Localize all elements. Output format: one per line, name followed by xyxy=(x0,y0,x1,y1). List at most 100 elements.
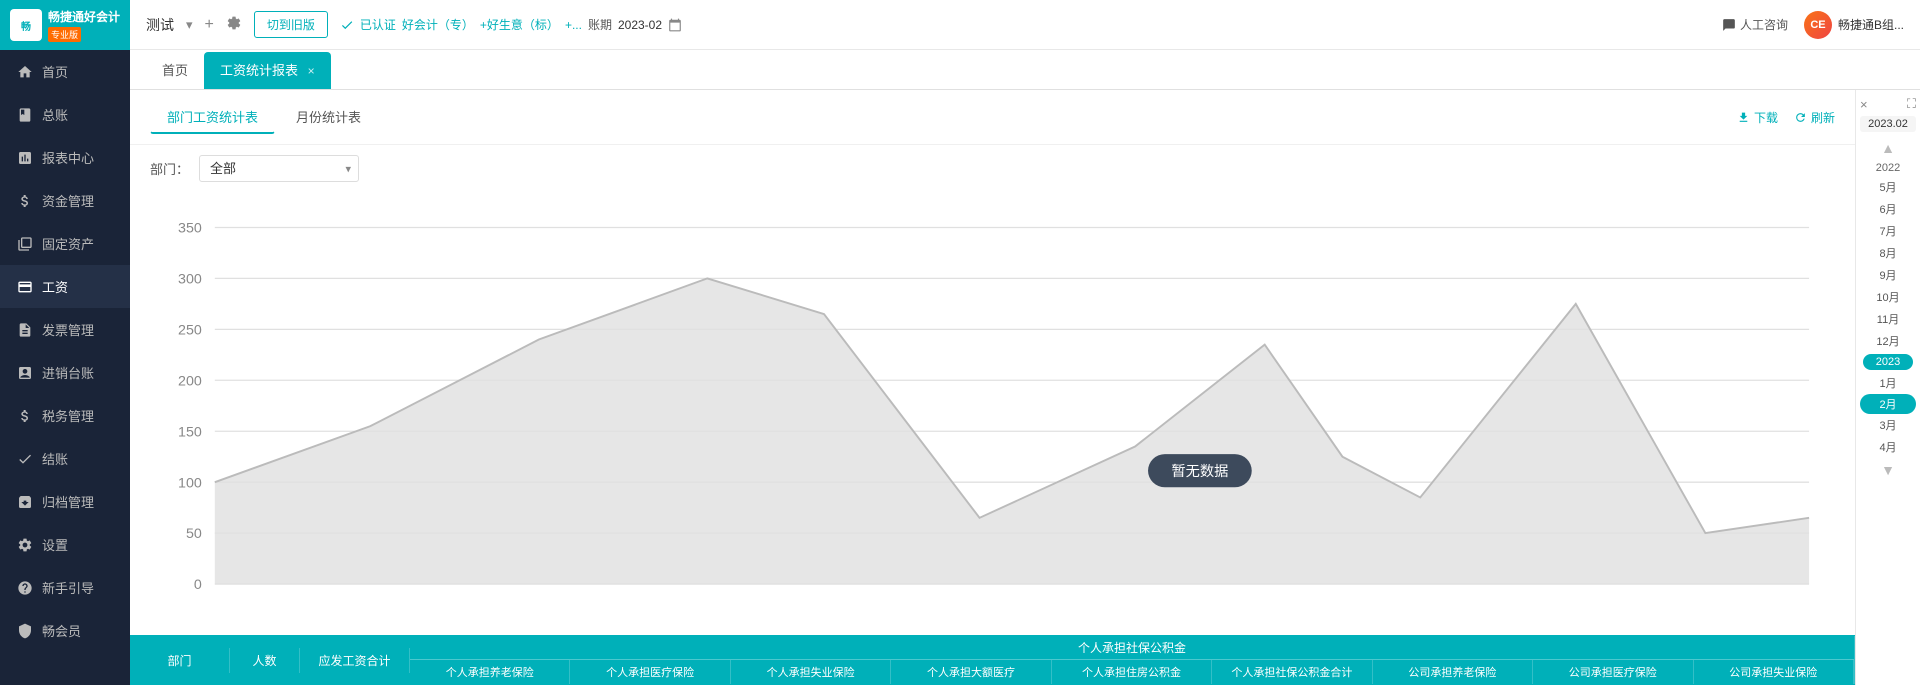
topbar-dropdown-arrow[interactable]: ▾ xyxy=(186,17,193,33)
service-button[interactable]: 人工咨询 xyxy=(1722,16,1788,33)
panel-close-icon[interactable]: × xyxy=(1860,97,1868,112)
th-personal-cols: 个人承担养老保险 个人承担医疗保险 个人承担失业保险 个人承担大额医疗 个人承担… xyxy=(410,660,1854,684)
money-icon xyxy=(16,192,34,210)
panel-topbar: × ⛶ xyxy=(1860,96,1916,112)
svg-text:50: 50 xyxy=(186,525,202,541)
assets-icon xyxy=(16,235,34,253)
tab-salary[interactable]: 工资统计报表 × xyxy=(204,52,331,89)
topbar: 测试 ▾ + 切到旧版 已认证 好会计（专） +好生意（标） +... 账期 2… xyxy=(130,0,1920,50)
svg-text:200: 200 xyxy=(178,373,202,389)
subtab-bar: 部门工资统计表 月份统计表 下载 刷新 xyxy=(130,90,1855,145)
month-11[interactable]: 11月 xyxy=(1860,308,1916,330)
salary-chart: 350 300 250 200 150 100 50 0 暂无数据 xyxy=(150,202,1835,635)
topbar-add-button[interactable]: + xyxy=(205,16,214,34)
sidebar-item-archive[interactable]: 归档管理 xyxy=(0,480,130,523)
year-2023-badge[interactable]: 2023 xyxy=(1863,354,1913,370)
month-mar-2023[interactable]: 3月 xyxy=(1860,414,1916,436)
avatar: CE xyxy=(1804,11,1832,39)
logo-icon: 畅 xyxy=(10,9,42,41)
th-col-3: 个人承担失业保险 xyxy=(731,660,891,684)
subtab-month[interactable]: 月份统计表 xyxy=(279,100,378,134)
tab-home[interactable]: 首页 xyxy=(146,52,204,89)
content-main: 部门工资统计表 月份统计表 下载 刷新 部门： xyxy=(130,90,1855,685)
th-col-6: 个人承担社保公积金合计 xyxy=(1212,660,1372,684)
year-2022-label: 2022 xyxy=(1876,160,1900,176)
sidebar-item-guide[interactable]: 新手引导 xyxy=(0,566,130,609)
sidebar-item-tax[interactable]: 税务管理 xyxy=(0,394,130,437)
sidebar: 畅 畅捷通好会计 专业版 首页 总账 报表中心 资金管理 固定资产 xyxy=(0,0,130,685)
main-area: 测试 ▾ + 切到旧版 已认证 好会计（专） +好生意（标） +... 账期 2… xyxy=(130,0,1920,685)
th-col-1: 个人承担养老保险 xyxy=(410,660,570,684)
chart-area: 350 300 250 200 150 100 50 0 暂无数据 xyxy=(130,192,1855,635)
svg-text:250: 250 xyxy=(178,322,202,338)
topbar-status: 已认证 好会计（专） +好生意（标） +... 账期 2023-02 xyxy=(340,16,682,33)
month-apr-2023[interactable]: 4月 xyxy=(1860,436,1916,458)
sidebar-item-settle[interactable]: 结账 xyxy=(0,437,130,480)
sidebar-item-member[interactable]: 畅会员 xyxy=(0,609,130,652)
subtab-dept[interactable]: 部门工资统计表 xyxy=(150,100,275,134)
th-personal-group: 个人承担社保公积金 个人承担养老保险 个人承担医疗保险 个人承担失业保险 个人承… xyxy=(410,636,1855,684)
topbar-right: 人工咨询 CE 畅捷通B组... xyxy=(1722,11,1904,39)
month-12[interactable]: 12月 xyxy=(1860,330,1916,352)
subtab-left: 部门工资统计表 月份统计表 xyxy=(150,100,378,134)
sidebar-item-home[interactable]: 首页 xyxy=(0,50,130,93)
panel-scroll-down[interactable]: ▼ xyxy=(1877,458,1899,482)
app-logo: 畅 畅捷通好会计 专业版 xyxy=(0,0,130,50)
month-5[interactable]: 5月 xyxy=(1860,176,1916,198)
tax-icon xyxy=(16,407,34,425)
invoice-icon xyxy=(16,321,34,339)
content-area: 部门工资统计表 月份统计表 下载 刷新 部门： xyxy=(130,90,1920,685)
current-year-display: 2023.02 xyxy=(1860,116,1916,132)
sidebar-item-salary[interactable]: 工资 xyxy=(0,265,130,308)
dept-filter-select[interactable]: 全部 销售部 财务部 技术部 xyxy=(199,155,359,182)
guide-icon xyxy=(16,579,34,597)
th-headcount: 人数 xyxy=(230,648,300,673)
member-icon xyxy=(16,622,34,640)
home-icon xyxy=(16,63,34,81)
th-col-9: 公司承担失业保险 xyxy=(1694,660,1854,684)
archive-icon xyxy=(16,493,34,511)
trade-icon xyxy=(16,364,34,382)
tab-close-icon[interactable]: × xyxy=(308,64,315,78)
svg-text:100: 100 xyxy=(178,474,202,490)
sidebar-item-settings[interactable]: 设置 xyxy=(0,523,130,566)
book-icon xyxy=(16,106,34,124)
th-dept: 部门 xyxy=(130,648,230,673)
user-menu[interactable]: CE 畅捷通B组... xyxy=(1804,11,1904,39)
refresh-button[interactable]: 刷新 xyxy=(1794,109,1835,126)
th-col-5: 个人承担住房公积金 xyxy=(1052,660,1212,684)
panel-scroll-up[interactable]: ▲ xyxy=(1877,136,1899,160)
subtab-right: 下载 刷新 xyxy=(1737,109,1835,126)
month-feb-2023[interactable]: 2月 xyxy=(1860,394,1916,414)
download-button[interactable]: 下载 xyxy=(1737,109,1778,126)
sidebar-item-invoice[interactable]: 发票管理 xyxy=(0,308,130,351)
topbar-title: 测试 xyxy=(146,15,174,35)
logo-text: 畅捷通好会计 专业版 xyxy=(48,8,120,42)
filter-label: 部门： xyxy=(150,159,189,178)
switch-old-button[interactable]: 切到旧版 xyxy=(254,11,328,38)
th-col-2: 个人承担医疗保险 xyxy=(570,660,730,684)
svg-text:0: 0 xyxy=(194,576,202,592)
tabbar: 首页 工资统计报表 × xyxy=(130,50,1920,90)
month-9[interactable]: 9月 xyxy=(1860,264,1916,286)
svg-text:150: 150 xyxy=(178,423,202,439)
chart-icon xyxy=(16,149,34,167)
sidebar-item-trade[interactable]: 进销台账 xyxy=(0,351,130,394)
th-col-8: 公司承担医疗保险 xyxy=(1533,660,1693,684)
topbar-settings-icon[interactable] xyxy=(226,15,242,34)
sidebar-item-ledger[interactable]: 总账 xyxy=(0,93,130,136)
sidebar-item-funds[interactable]: 资金管理 xyxy=(0,179,130,222)
month-6[interactable]: 6月 xyxy=(1860,198,1916,220)
month-7[interactable]: 7月 xyxy=(1860,220,1916,242)
dept-filter-wrapper: 全部 销售部 财务部 技术部 ▾ xyxy=(199,155,359,182)
sidebar-item-reports[interactable]: 报表中心 xyxy=(0,136,130,179)
month-8[interactable]: 8月 xyxy=(1860,242,1916,264)
svg-text:暂无数据: 暂无数据 xyxy=(1171,463,1228,479)
table-header: 部门 人数 应发工资合计 个人承担社保公积金 个人承担养老保险 个人承担医疗保险… xyxy=(130,635,1855,685)
filter-row: 部门： 全部 销售部 财务部 技术部 ▾ xyxy=(130,145,1855,192)
sidebar-item-assets[interactable]: 固定资产 xyxy=(0,222,130,265)
panel-expand-icon[interactable]: ⛶ xyxy=(1907,96,1916,112)
month-10[interactable]: 10月 xyxy=(1860,286,1916,308)
month-jan-2023[interactable]: 1月 xyxy=(1860,372,1916,394)
settle-icon xyxy=(16,450,34,468)
